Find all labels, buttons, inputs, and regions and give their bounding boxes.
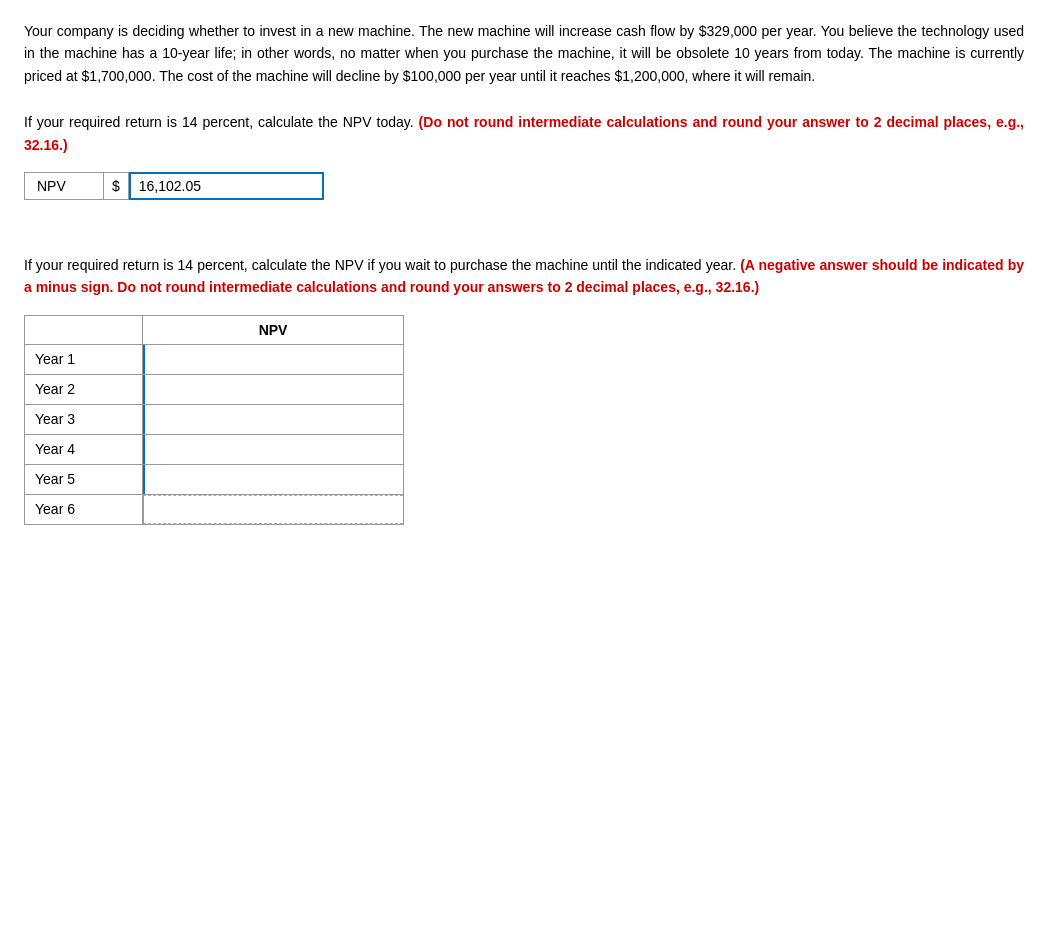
- npv-input[interactable]: [129, 172, 324, 200]
- year1-input-cell[interactable]: [143, 344, 404, 374]
- npv-table-container: NPV Year 1 Year 2 Year 3: [24, 315, 1024, 525]
- problem-section: Your company is deciding whether to inve…: [24, 20, 1024, 87]
- npv-row: NPV $: [24, 172, 1024, 200]
- table-row: Year 6: [25, 494, 404, 524]
- year5-label: Year 5: [25, 464, 143, 494]
- year6-input-cell[interactable]: [143, 494, 404, 524]
- table-row: Year 3: [25, 404, 404, 434]
- table-row: Year 5: [25, 464, 404, 494]
- year1-label: Year 1: [25, 344, 143, 374]
- npv-label: NPV: [24, 172, 104, 200]
- question2-text-before: If your required return is 14 percent, c…: [24, 257, 736, 273]
- year1-npv-input[interactable]: [143, 345, 403, 374]
- year2-npv-input[interactable]: [143, 375, 403, 404]
- npv-table: NPV Year 1 Year 2 Year 3: [24, 315, 404, 525]
- year5-input-cell[interactable]: [143, 464, 404, 494]
- question2-section: If your required return is 14 percent, c…: [24, 254, 1024, 525]
- year3-npv-input[interactable]: [143, 405, 403, 434]
- year2-input-cell[interactable]: [143, 374, 404, 404]
- year3-input-cell[interactable]: [143, 404, 404, 434]
- year4-input-cell[interactable]: [143, 434, 404, 464]
- table-header-npv: NPV: [143, 315, 404, 344]
- year5-npv-input[interactable]: [143, 465, 403, 494]
- year4-npv-input[interactable]: [143, 435, 403, 464]
- table-row: Year 4: [25, 434, 404, 464]
- problem-description: Your company is deciding whether to inve…: [24, 20, 1024, 87]
- year2-label: Year 2: [25, 374, 143, 404]
- question1-text-before: If your required return is 14 percent, c…: [24, 114, 414, 130]
- year4-label: Year 4: [25, 434, 143, 464]
- table-header-empty: [25, 315, 143, 344]
- table-row: Year 2: [25, 374, 404, 404]
- currency-symbol: $: [104, 172, 129, 200]
- question2-text: If your required return is 14 percent, c…: [24, 254, 1024, 299]
- question1-section: If your required return is 14 percent, c…: [24, 111, 1024, 200]
- year6-label: Year 6: [25, 494, 143, 524]
- table-row: Year 1: [25, 344, 404, 374]
- year6-npv-input[interactable]: [143, 495, 403, 524]
- question1-text: If your required return is 14 percent, c…: [24, 111, 1024, 156]
- year3-label: Year 3: [25, 404, 143, 434]
